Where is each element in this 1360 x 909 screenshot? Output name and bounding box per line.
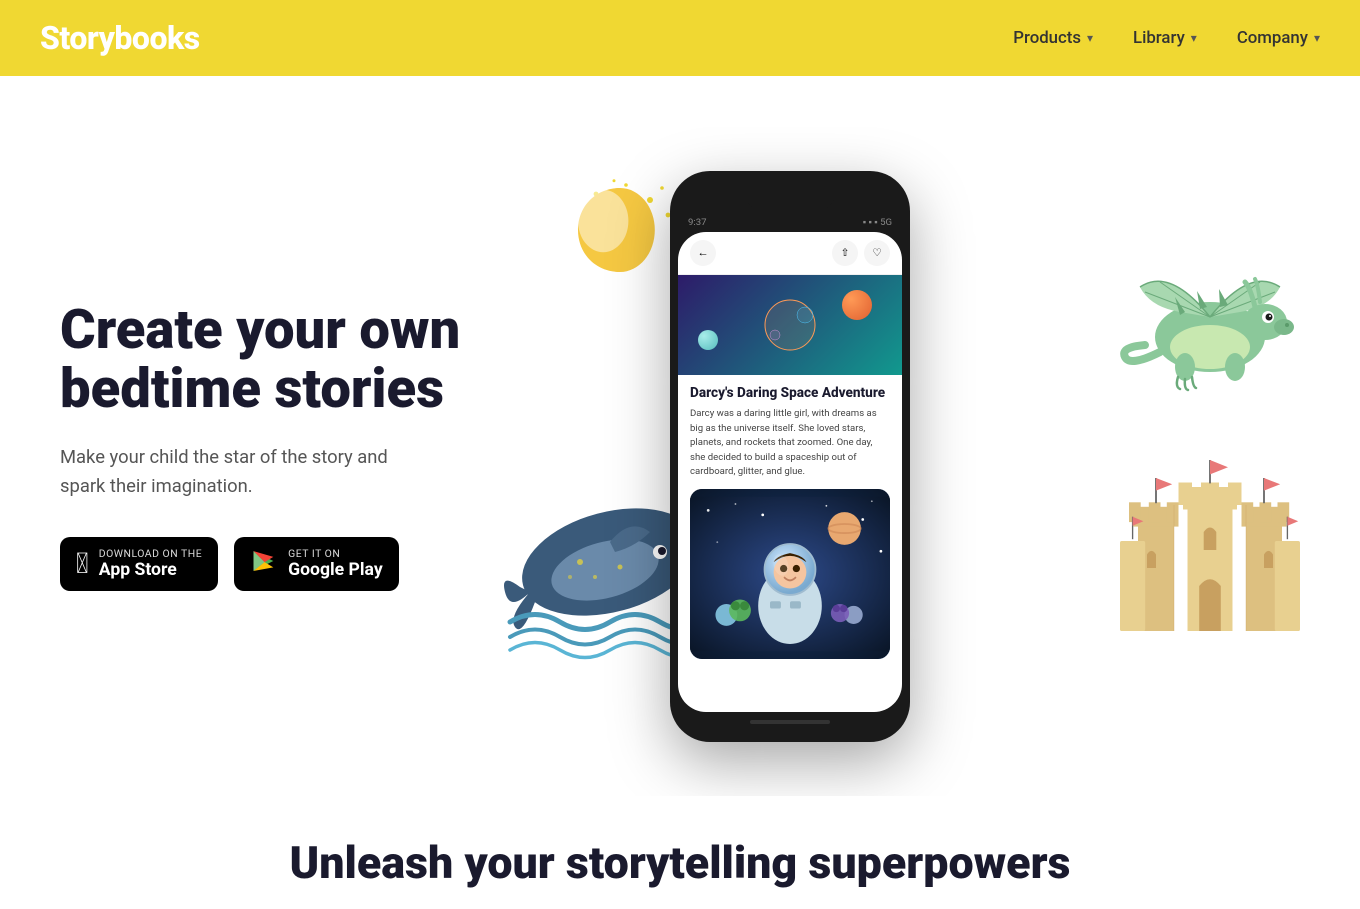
google-play-button[interactable]: GET IT ON Google Play	[234, 537, 399, 591]
phone-header-icons: ⇧ ♡	[832, 240, 890, 266]
google-play-bottom-line: Google Play	[288, 560, 383, 581]
nav-company[interactable]: Company ▾	[1237, 28, 1320, 48]
phone-frame: 9:37 ▪ ▪ ▪ 5G ← ⇧ ♡	[670, 171, 910, 742]
google-play-top-line: GET IT ON	[288, 547, 383, 560]
space-banner-decoration	[760, 295, 820, 355]
google-play-text: GET IT ON Google Play	[288, 547, 383, 581]
nav-company-label: Company	[1237, 28, 1308, 48]
hero-center: 9:37 ▪ ▪ ▪ 5G ← ⇧ ♡	[480, 146, 1100, 746]
section-title: Unleash your storytelling superpowers	[60, 836, 1300, 889]
phone-back-button[interactable]: ←	[690, 240, 716, 266]
dragon-decoration	[1120, 237, 1300, 401]
moon-svg	[560, 176, 680, 296]
space-scene-svg	[690, 489, 890, 659]
planet-decoration-1	[842, 290, 872, 320]
nav-products[interactable]: Products ▾	[1013, 28, 1093, 48]
apple-icon: 	[76, 550, 89, 579]
google-play-icon	[250, 547, 278, 581]
navbar: Storybooks Products ▾ Library ▾ Company …	[0, 0, 1360, 76]
hero-left: Create your own bedtime stories Make you…	[60, 301, 480, 592]
nav-library[interactable]: Library ▾	[1133, 28, 1197, 48]
chevron-down-icon: ▾	[1087, 31, 1093, 45]
app-store-top-line: Download on the	[99, 547, 202, 560]
phone-story-text: Darcy was a daring little girl, with dre…	[690, 407, 890, 479]
chevron-down-icon: ▾	[1191, 31, 1197, 45]
app-store-text: Download on the App Store	[99, 547, 202, 581]
store-buttons:  Download on the App Store GE	[60, 537, 480, 591]
phone-status-bar: 9:37 ▪ ▪ ▪ 5G	[678, 217, 902, 232]
astronaut-scene	[690, 489, 890, 659]
hero-subtext: Make your child the star of the story an…	[60, 444, 420, 501]
phone-story-title: Darcy's Daring Space Adventure	[690, 385, 890, 402]
moon-decoration	[560, 176, 680, 300]
phone-time: 9:37	[688, 217, 707, 228]
phone-mockup: 9:37 ▪ ▪ ▪ 5G ← ⇧ ♡	[670, 171, 910, 742]
hero-heading: Create your own bedtime stories	[60, 301, 480, 421]
site-logo[interactable]: Storybooks	[40, 19, 200, 57]
phone-story-illustration	[690, 489, 890, 659]
planet-decoration-2	[698, 330, 718, 350]
app-store-button[interactable]:  Download on the App Store	[60, 537, 218, 591]
dragon-svg	[1120, 237, 1300, 397]
nav-library-label: Library	[1133, 28, 1185, 48]
section-title-bar: Unleash your storytelling superpowers	[0, 796, 1360, 909]
phone-share-button[interactable]: ⇧	[832, 240, 858, 266]
nav-links: Products ▾ Library ▾ Company ▾	[1013, 28, 1320, 48]
hero-right	[1100, 237, 1300, 655]
castle-decoration	[1120, 431, 1300, 655]
phone-home-bar	[750, 720, 830, 724]
nav-products-label: Products	[1013, 28, 1081, 48]
phone-signal: ▪ ▪ ▪ 5G	[863, 217, 892, 228]
app-store-bottom-line: App Store	[99, 560, 202, 581]
phone-screen: ← ⇧ ♡	[678, 232, 902, 712]
phone-story-banner	[678, 275, 902, 375]
phone-bookmark-button[interactable]: ♡	[864, 240, 890, 266]
phone-screen-header: ← ⇧ ♡	[678, 232, 902, 275]
castle-svg	[1120, 431, 1300, 651]
phone-notch	[745, 185, 835, 211]
hero-section: Create your own bedtime stories Make you…	[0, 76, 1360, 796]
phone-story-content: Darcy's Daring Space Adventure Darcy was…	[678, 375, 902, 670]
chevron-down-icon: ▾	[1314, 31, 1320, 45]
